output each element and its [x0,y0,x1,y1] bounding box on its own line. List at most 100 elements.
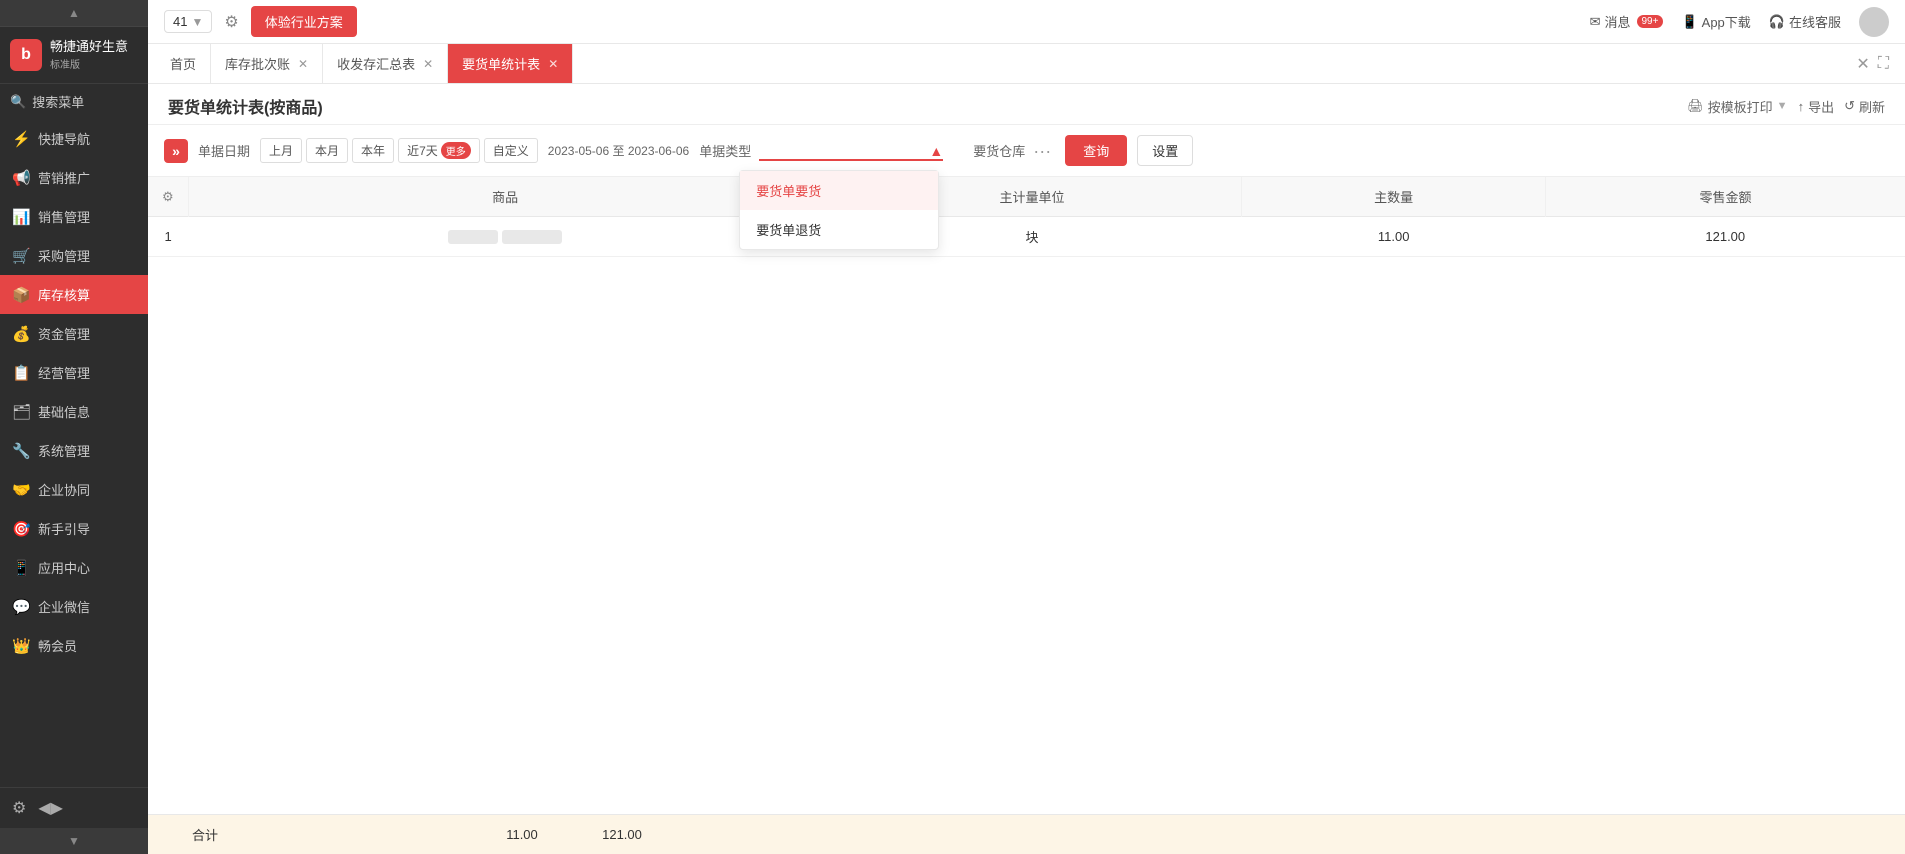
type-dropdown-menu: 要货单要货 要货单退货 [739,170,939,250]
sidebar-item-label: 销售管理 [38,207,90,226]
messages-item[interactable]: ✉ 消息 99+ [1590,12,1664,31]
online-service-item[interactable]: 🎧 在线客服 [1769,12,1841,31]
sidebar-item-apps[interactable]: 📱应用中心 [0,548,148,587]
collapse-icon[interactable]: ◀▶ [38,798,63,818]
sidebar-item-label: 企业微信 [38,597,90,616]
filter-bar: » 单据日期 上月 本月 本年 近7天 更多 自定义 2023-05-06 至 … [148,125,1905,177]
footer-quantity: 11.00 [472,827,572,842]
page-title: 要货单统计表(按商品) [168,94,323,118]
type-input[interactable] [759,140,943,161]
export-label: 导出 [1808,97,1834,116]
th-amount: 零售金额 [1546,177,1905,217]
topbar-right: ✉ 消息 99+ 📱 App下载 🎧 在线客服 [1590,7,1889,37]
trial-btn[interactable]: 体验行业方案 [251,6,357,37]
date-prev-month[interactable]: 上月 [260,138,302,163]
tab-close-requisition-stats[interactable]: ✕ [548,57,558,71]
tab-close-inventory-batch[interactable]: ✕ [298,57,308,71]
settings-icon[interactable]: ⚙ [12,798,26,818]
refresh-btn[interactable]: ↺ 刷新 [1844,97,1885,116]
store-selector[interactable]: 41 ▼ [164,10,212,33]
export-btn[interactable]: ↑ 导出 [1798,97,1835,116]
footer-label: 合计 [162,825,372,844]
data-table: ⚙ 商品 主计量单位 主数量 零售金额 1 [148,177,1905,257]
date-current-month[interactable]: 本月 [306,138,348,163]
sidebar-item-inventory[interactable]: 📦库存核算 [0,275,148,314]
sidebar-item-label: 系统管理 [38,441,90,460]
sidebar-item-label: 新手引导 [38,519,90,538]
chevron-up-icon: ▲ [68,6,80,20]
settings-btn[interactable]: 设置 [1137,135,1193,166]
expand-tabs-icon[interactable]: ⛶ [1878,55,1889,73]
messages-badge: 99+ [1637,15,1664,28]
basic-icon: 🗂 [12,403,30,421]
app-logo-icon: b [10,39,42,71]
goods-code-placeholder [502,230,562,244]
sidebar-scroll-top[interactable]: ▲ [0,0,148,27]
sidebar-item-marketing[interactable]: 📢营销推广 [0,158,148,197]
tab-close-receivable-summary[interactable]: ✕ [423,57,433,71]
date-current-year[interactable]: 本年 [352,138,394,163]
online-service-label: 在线客服 [1789,12,1841,31]
print-template-btn[interactable]: 🖨 按模板打印 ▼ [1687,97,1787,116]
topbar: 41 ▼ ⚙ 体验行业方案 ✉ 消息 99+ 📱 App下载 🎧 在线客服 [148,0,1905,44]
filter-expand-btn[interactable]: » [164,139,188,163]
dropdown-option-return[interactable]: 要货单退货 [740,210,938,249]
sidebar-nav: ⚡快捷导航📢营销推广 📊 销售管理 🛒采购管理📦库存核算💰资金管理📋经营管理🗂基础信息… [0,119,148,787]
sidebar-item-finance[interactable]: 💰资金管理 [0,314,148,353]
message-icon: ✉ [1590,14,1601,30]
sidebar-item-wechat[interactable]: 💬企业微信 [0,587,148,626]
more-badge: 更多 [441,142,471,159]
table-wrapper: ⚙ 商品 主计量单位 主数量 零售金额 1 [148,177,1905,814]
th-quantity: 主数量 [1242,177,1546,217]
tab-label-inventory-batch: 库存批次账 [225,54,290,73]
sidebar-item-basic[interactable]: 🗂基础信息 [0,392,148,431]
type-section: 单据类型 ▲ 要货单要货 要货单退货 [699,140,943,161]
search-icon: 🔍 [10,94,26,110]
sidebar-item-purchase[interactable]: 🛒采购管理 [0,236,148,275]
query-btn[interactable]: 查询 [1065,135,1127,166]
sidebar-item-sales[interactable]: 📊 销售管理 [0,197,148,236]
sidebar-item-quick-nav[interactable]: ⚡快捷导航 [0,119,148,158]
guide-icon: 🎯 [12,520,30,538]
sidebar-item-label: 经营管理 [38,363,90,382]
page-header: 要货单统计表(按商品) 🖨 按模板打印 ▼ ↑ 导出 ↺ 刷新 [148,84,1905,125]
sidebar: ▲ b 畅捷通好生意 标准版 🔍 搜索菜单 ⚡快捷导航📢营销推广📊销售管理🛒采购… [0,0,148,854]
system-icon: 🔧 [12,442,30,460]
warehouse-more-icon[interactable]: ··· [1033,142,1051,160]
date-7days[interactable]: 近7天 更多 [398,138,480,163]
messages-label: 消息 [1604,12,1630,31]
app-download-item[interactable]: 📱 App下载 [1681,12,1750,31]
tab-inventory-batch[interactable]: 库存批次账 ✕ [211,44,323,83]
export-icon: ↑ [1798,99,1805,114]
th-gear[interactable]: ⚙ [148,177,188,217]
gear-icon[interactable]: ⚙ [162,189,174,204]
tab-receivable-summary[interactable]: 收发存汇总表✕ [323,44,448,83]
table-row: 1 块 11.00 121.00 [148,217,1905,257]
page-header-actions: 🖨 按模板打印 ▼ ↑ 导出 ↺ 刷新 [1687,97,1885,116]
cell-goods [188,217,822,257]
user-avatar[interactable] [1859,7,1889,37]
tab-requisition-stats[interactable]: 要货单统计表✕ [448,44,573,83]
page-content: 要货单统计表(按商品) 🖨 按模板打印 ▼ ↑ 导出 ↺ 刷新 [148,84,1905,854]
tab-home[interactable]: 首页 [156,44,211,83]
sidebar-item-guide[interactable]: 🎯 新手引导 [0,509,148,548]
sidebar-item-label: 应用中心 [38,558,90,577]
sidebar-item-member[interactable]: 👑畅会员 [0,626,148,665]
quick-nav-icon: ⚡ [12,130,30,148]
sidebar-search[interactable]: 🔍 搜索菜单 [0,84,148,119]
settings-icon[interactable]: ⚙ [224,12,238,32]
sidebar-item-operation[interactable]: 📋经营管理 [0,353,148,392]
date-custom[interactable]: 自定义 [484,138,538,163]
store-dropdown-icon: ▼ [191,15,203,29]
close-all-icon[interactable]: ✕ [1856,54,1869,74]
sidebar-item-system[interactable]: 🔧 系统管理 [0,431,148,470]
sales-icon: 📊 [12,208,30,226]
cell-quantity: 11.00 [1242,217,1546,257]
sidebar-scroll-bottom[interactable]: ▼ [0,828,148,854]
7days-label: 近7天 [407,142,438,159]
sidebar-item-cooperation[interactable]: 🤝企业协同 [0,470,148,509]
date-range-display: 2023-05-06 至 2023-06-06 [548,142,689,159]
dropdown-option-order[interactable]: 要货单要货 [740,171,938,210]
cell-index: 1 [148,217,188,257]
sidebar-item-label: 采购管理 [38,246,90,265]
